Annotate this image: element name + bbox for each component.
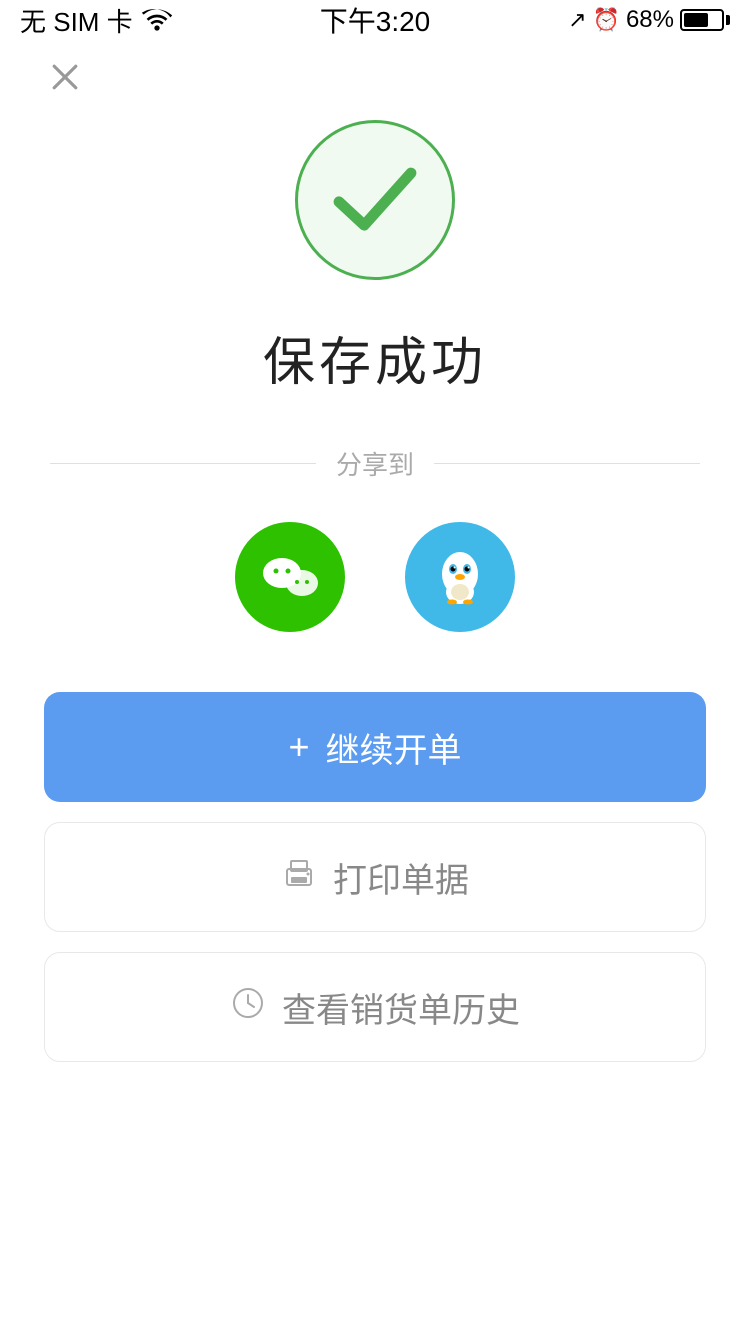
status-right: ↗ ⏰ 68% xyxy=(568,6,730,34)
share-buttons-container xyxy=(235,522,515,632)
continue-button[interactable]: + 继续开单 xyxy=(44,692,706,802)
checkmark-icon xyxy=(330,155,420,245)
continue-label: 继续开单 xyxy=(326,723,462,772)
share-label: 分享到 xyxy=(316,445,434,482)
success-icon-circle xyxy=(295,120,455,280)
success-title: 保存成功 xyxy=(263,320,487,395)
status-left: 无 SIM 卡 xyxy=(20,2,173,39)
qq-share-button[interactable] xyxy=(405,522,515,632)
location-icon: ↗ xyxy=(568,7,586,33)
print-button[interactable]: 打印单据 xyxy=(44,822,706,932)
status-bar: 无 SIM 卡 下午3:20 ↗ ⏰ 68% xyxy=(0,0,750,40)
close-button[interactable] xyxy=(40,52,90,102)
divider-line-left xyxy=(50,463,316,464)
no-sim-text: 无 SIM 卡 xyxy=(20,2,133,39)
clock-icon xyxy=(230,985,266,1030)
status-time: 下午3:20 xyxy=(320,0,431,40)
action-buttons-container: + 继续开单 打印单据 xyxy=(0,692,750,1062)
history-button[interactable]: 查看销货单历史 xyxy=(44,952,706,1062)
qq-icon xyxy=(425,542,495,612)
share-divider: 分享到 xyxy=(0,445,750,482)
battery-icon xyxy=(680,9,730,31)
wechat-icon xyxy=(256,547,324,607)
alarm-icon: ⏰ xyxy=(593,7,620,33)
main-content: 保存成功 分享到 xyxy=(0,40,750,1062)
history-label: 查看销货单历史 xyxy=(282,983,520,1032)
print-label: 打印单据 xyxy=(333,853,469,902)
battery-text: 68% xyxy=(626,6,674,34)
wechat-share-button[interactable] xyxy=(235,522,345,632)
plus-icon: + xyxy=(288,726,309,768)
divider-line-right xyxy=(434,463,700,464)
wifi-icon xyxy=(141,9,173,31)
print-icon xyxy=(281,855,317,899)
